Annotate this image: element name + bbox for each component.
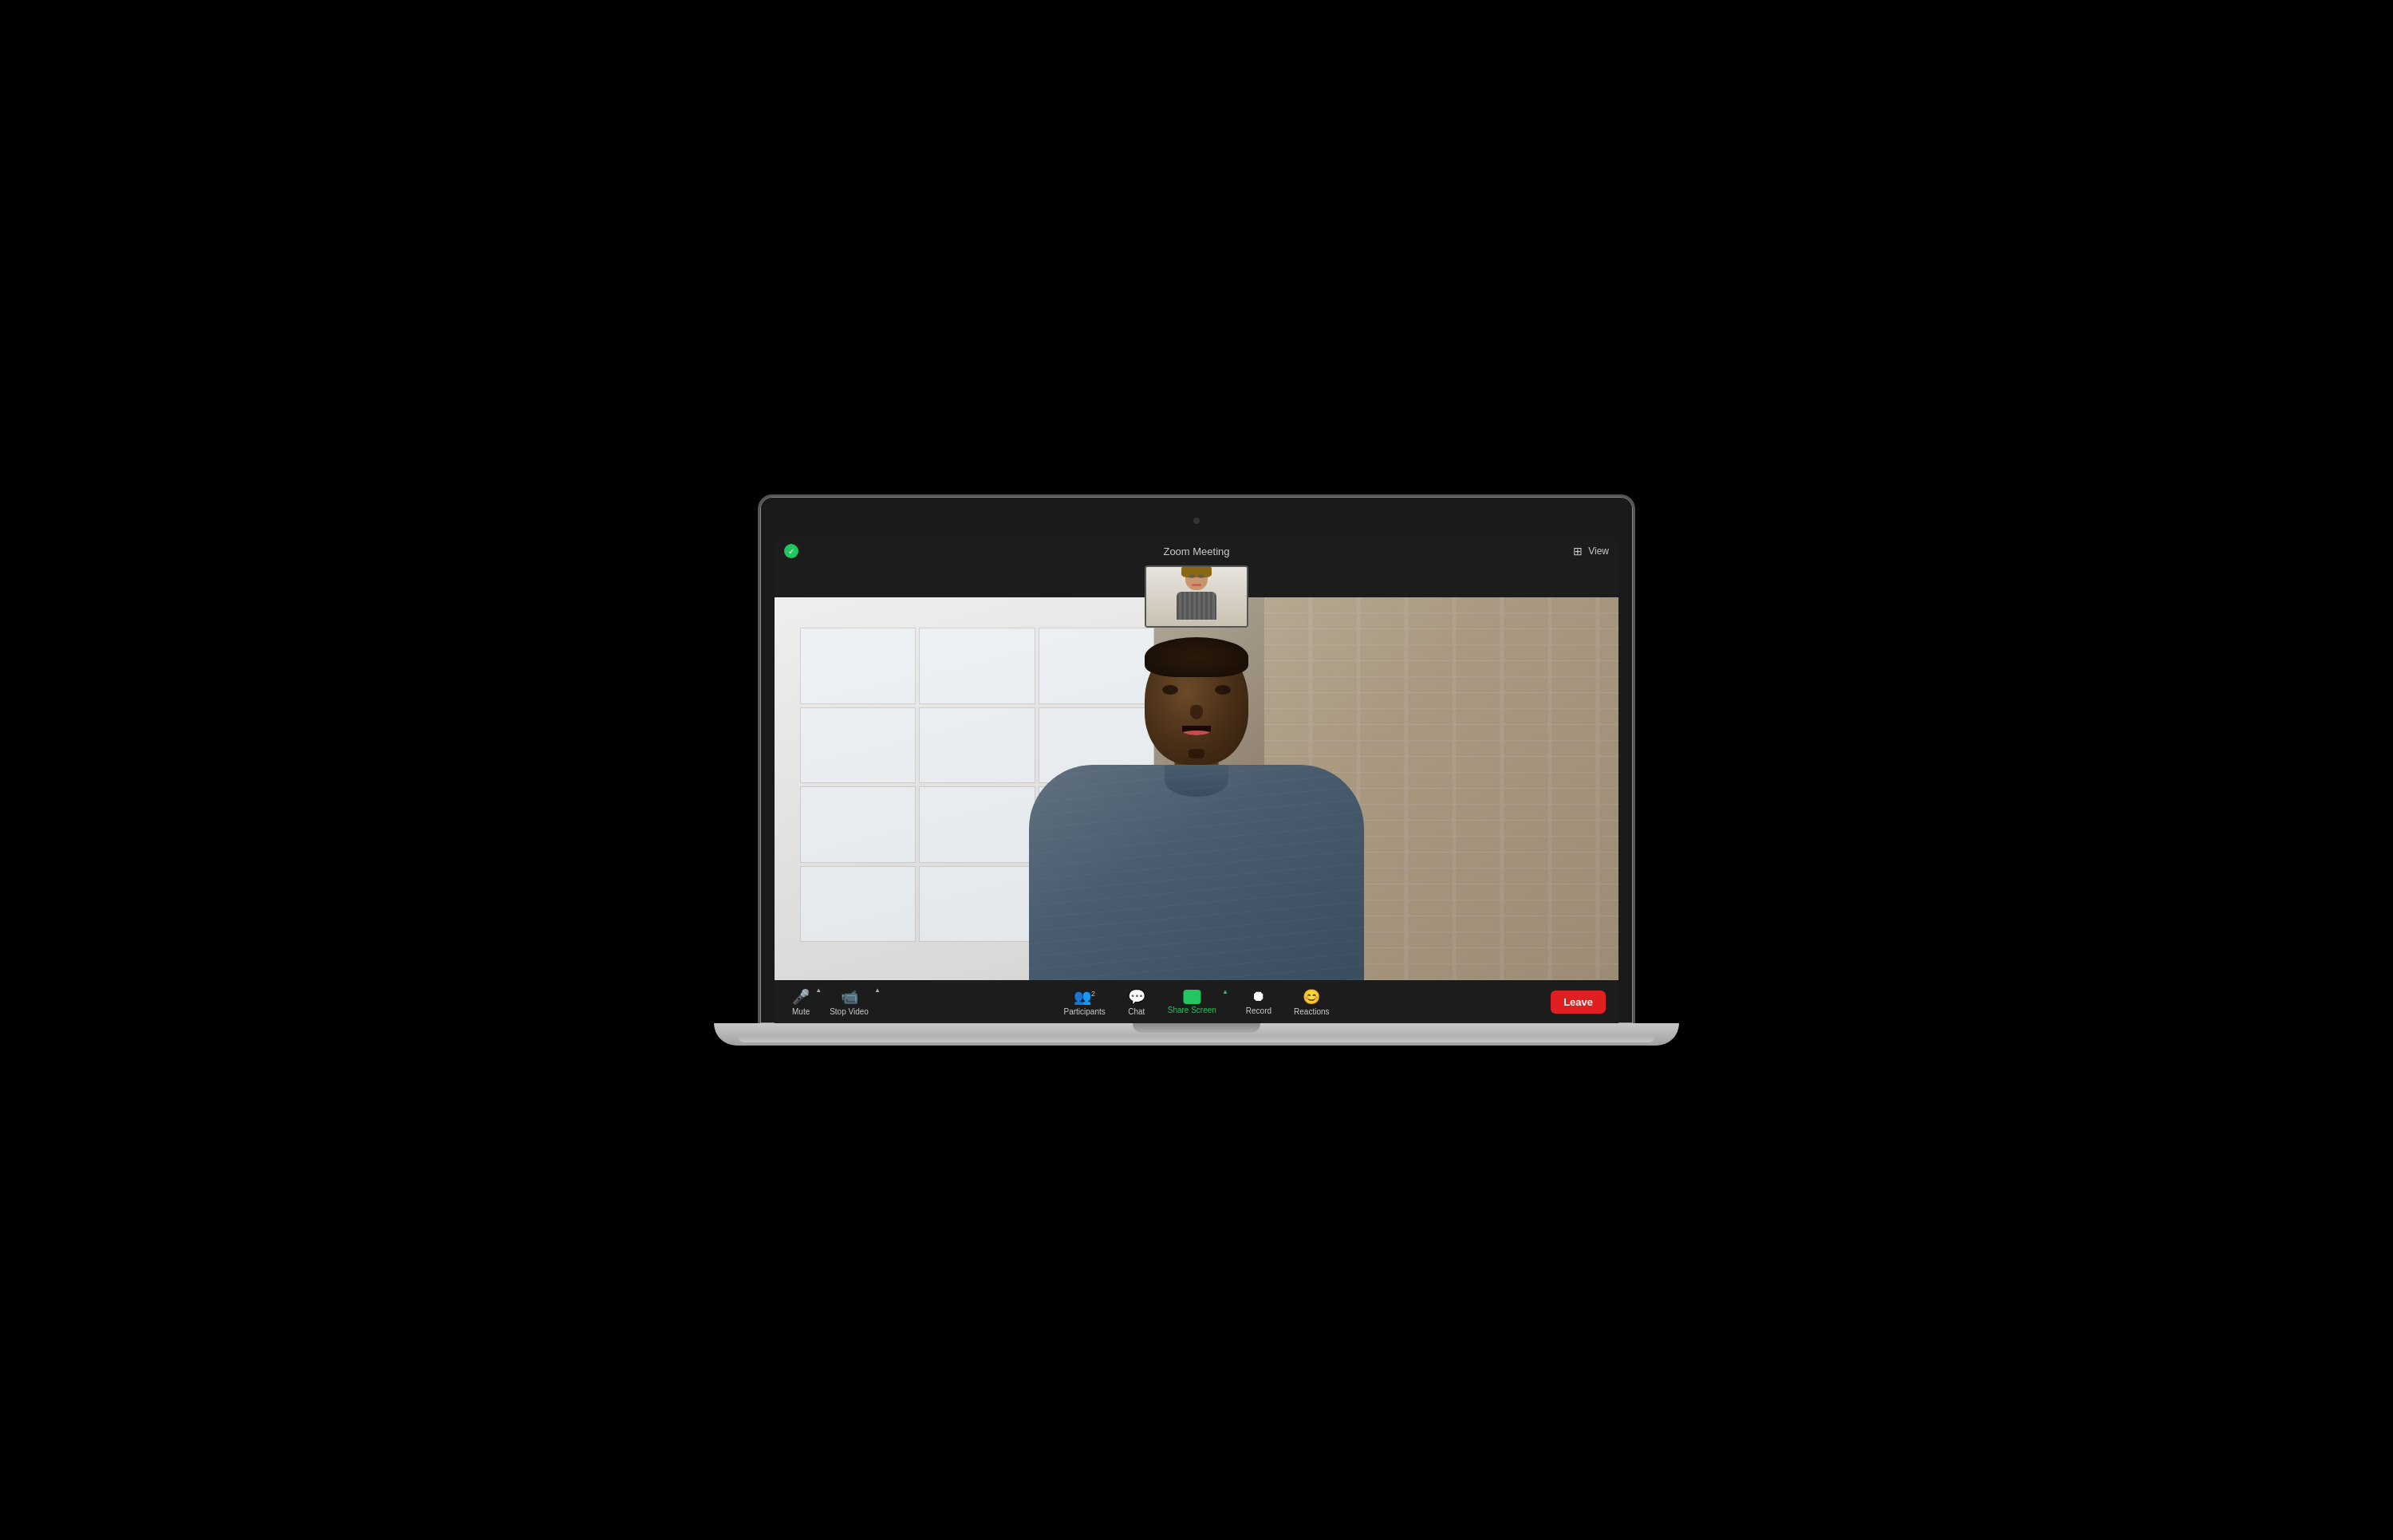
- share-screen-button[interactable]: ⬆ Share Screen: [1163, 987, 1221, 1018]
- laptop-notch: [1133, 1023, 1260, 1033]
- title-bar-left: ✓: [784, 544, 798, 558]
- mute-group: 🎤 Mute ▲: [787, 985, 822, 1019]
- video-icon: 📹: [841, 988, 858, 1006]
- security-shield-icon: ✓: [784, 544, 798, 558]
- zoom-window: ✓ Zoom Meeting ⊞ View: [775, 537, 1618, 1023]
- stop-video-label: Stop Video: [830, 1007, 869, 1016]
- leave-button[interactable]: Leave: [1551, 991, 1606, 1014]
- mute-chevron-icon[interactable]: ▲: [815, 987, 822, 994]
- chat-button[interactable]: 💬 Chat: [1123, 985, 1150, 1019]
- reactions-label: Reactions: [1294, 1007, 1329, 1016]
- video-group: 📹 Stop Video ▲: [825, 985, 881, 1019]
- chat-icon: 💬: [1128, 988, 1145, 1006]
- window-title: Zoom Meeting: [1163, 545, 1229, 557]
- laptop-screen-bezel: ✓ Zoom Meeting ⊞ View: [758, 494, 1635, 1023]
- share-screen-icon: ⬆: [1183, 990, 1200, 1004]
- participants-icon: 👥2: [1074, 988, 1095, 1006]
- toolbar-left: 🎤 Mute ▲ 📹 Stop Video ▲: [787, 985, 881, 1019]
- stop-video-button[interactable]: 📹 Stop Video: [825, 985, 873, 1019]
- main-person: [989, 629, 1404, 980]
- participant-count: 2: [1091, 990, 1095, 998]
- main-video: [775, 597, 1618, 980]
- laptop-container: ✓ Zoom Meeting ⊞ View: [758, 494, 1635, 1046]
- toolbar-center: 👥2 Participants 💬 Chat ⬆ Share Screen: [1059, 985, 1334, 1019]
- view-label: View: [1588, 545, 1609, 557]
- toolbar-right: Leave: [1551, 991, 1606, 1014]
- laptop-camera: [1193, 518, 1200, 524]
- reactions-button[interactable]: 😊 Reactions: [1289, 985, 1334, 1019]
- pip-video: [1145, 565, 1248, 628]
- participants-label: Participants: [1063, 1007, 1105, 1016]
- mute-label: Mute: [792, 1007, 810, 1016]
- record-label: Record: [1246, 1006, 1271, 1015]
- camera-bar: [775, 511, 1618, 530]
- pip-person-video: [1146, 567, 1247, 626]
- record-icon: ⏺: [1252, 988, 1266, 1005]
- laptop-bottom: [714, 1023, 1679, 1046]
- participants-button[interactable]: 👥2 Participants: [1059, 985, 1110, 1019]
- share-screen-group: ⬆ Share Screen ▲: [1163, 987, 1228, 1018]
- share-screen-label: Share Screen: [1168, 1006, 1216, 1014]
- chat-label: Chat: [1128, 1007, 1145, 1016]
- microphone-icon: 🎤: [792, 988, 810, 1006]
- title-bar-right[interactable]: ⊞ View: [1573, 545, 1609, 557]
- participants-group: 👥2 Participants: [1059, 985, 1110, 1019]
- reactions-icon: 😊: [1303, 988, 1320, 1006]
- toolbar: 🎤 Mute ▲ 📹 Stop Video ▲: [775, 980, 1618, 1023]
- video-chevron-icon[interactable]: ▲: [874, 987, 881, 994]
- record-button[interactable]: ⏺ Record: [1241, 985, 1276, 1018]
- grid-view-icon: ⊞: [1573, 545, 1583, 557]
- share-chevron-icon[interactable]: ▲: [1222, 988, 1228, 995]
- mute-button[interactable]: 🎤 Mute: [787, 985, 814, 1019]
- title-bar: ✓ Zoom Meeting ⊞ View: [775, 537, 1618, 565]
- laptop-base: [738, 1036, 1655, 1042]
